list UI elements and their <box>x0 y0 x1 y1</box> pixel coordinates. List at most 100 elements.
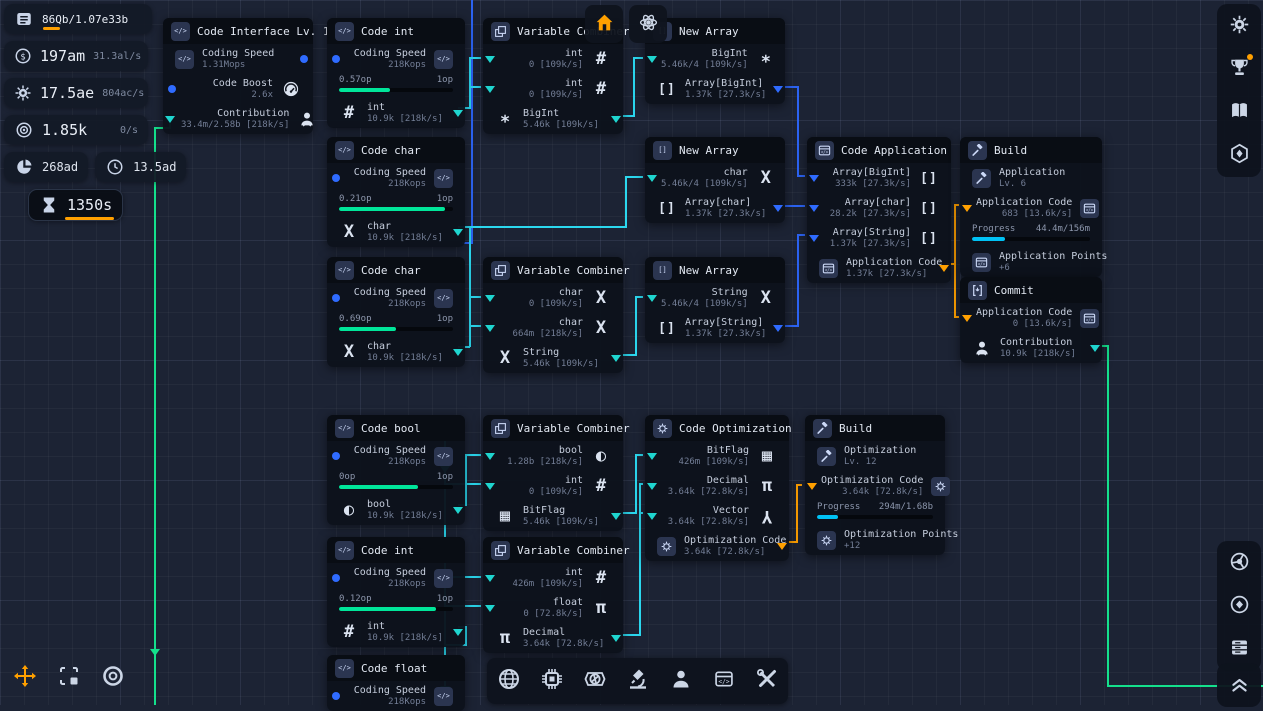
library-button[interactable] <box>1220 93 1258 131</box>
node-header[interactable]: []New Array <box>645 137 785 163</box>
input-marker-teal[interactable] <box>647 513 657 520</box>
in-row[interactable]: int0 [109k/s]# <box>483 471 623 501</box>
node-code-optimization[interactable]: Code OptimizationBitFlag426m [109k/s]▦De… <box>645 415 789 561</box>
node-header[interactable]: </>Code int <box>327 537 465 563</box>
input-marker-orange[interactable] <box>962 205 972 212</box>
connector-dot[interactable] <box>332 692 340 700</box>
node-header[interactable]: </>Code char <box>327 257 465 283</box>
node-header[interactable]: Code Optimization <box>645 415 789 441</box>
input-marker-blue[interactable] <box>809 205 819 212</box>
in-row[interactable]: Decimal3.64k [72.8k/s]π <box>645 471 789 501</box>
input-marker-teal[interactable] <box>647 56 657 63</box>
input-marker-blue[interactable] <box>809 175 819 182</box>
node-code-int-2[interactable]: </>Code intCoding Speed218Kops</>0.12op1… <box>327 537 465 647</box>
node-header[interactable]: </>Code float <box>327 655 465 681</box>
out-row[interactable]: ▦BitFlag5.46k [109k/s] <box>483 501 623 531</box>
connector-dot[interactable] <box>332 55 340 63</box>
node-header[interactable]: Code Application <box>807 137 951 163</box>
out-row[interactable]: Contribution10.9k [218k/s] <box>960 333 1102 363</box>
out-row[interactable]: ∗BigInt5.46k [109k/s] <box>483 104 623 134</box>
input-marker-orange[interactable] <box>962 315 972 322</box>
move-tool-button[interactable] <box>6 659 44 697</box>
connector-dot[interactable] <box>332 174 340 182</box>
node-header[interactable]: Commit <box>960 277 1102 303</box>
node-var-combiner-2[interactable]: Variable Combinerchar0 [109k/s]Xchar664m… <box>483 257 623 373</box>
out-row[interactable]: ◐bool10.9k [218k/s] <box>327 495 465 525</box>
node-header[interactable]: </>Code int <box>327 18 465 44</box>
output-marker-teal[interactable] <box>611 355 621 362</box>
node-build-2[interactable]: BuildOptimizationLv. 12Optimization Code… <box>805 415 945 555</box>
node-header[interactable]: []New Array <box>645 257 785 283</box>
output-marker-blue[interactable] <box>773 325 783 332</box>
code-button[interactable] <box>706 663 742 699</box>
in-row[interactable]: char664m [218k/s]X <box>483 313 623 343</box>
in-row[interactable]: Array[String]1.37k [27.3k/s][] <box>807 223 951 253</box>
input-marker-teal[interactable] <box>485 575 495 582</box>
output-marker-orange[interactable] <box>939 265 949 272</box>
out-row[interactable]: #int10.9k [218k/s] <box>327 617 465 647</box>
resource-pie[interactable]: 268ad <box>4 152 88 182</box>
input-marker-teal[interactable] <box>647 453 657 460</box>
automation-button[interactable] <box>629 5 667 43</box>
out-row[interactable]: Xchar10.9k [218k/s] <box>327 217 465 247</box>
output-marker-blue[interactable] <box>773 86 783 93</box>
connector-dot[interactable] <box>332 294 340 302</box>
output-marker-teal[interactable] <box>611 635 621 642</box>
node-code-char-1[interactable]: </>Code charCoding Speed218Kops</>0.21op… <box>327 137 465 247</box>
output-marker-teal[interactable] <box>1090 345 1100 352</box>
node-code-bool[interactable]: </>Code boolCoding Speed218Kops</>0op1op… <box>327 415 465 525</box>
in-row[interactable]: float0 [72.8k/s]π <box>483 593 623 623</box>
medal-button[interactable] <box>1220 587 1258 625</box>
box-select-button[interactable] <box>50 659 88 697</box>
output-marker-teal[interactable] <box>611 513 621 520</box>
node-var-combiner-3[interactable]: Variable Combinerbool1.28b [218k/s]◐int0… <box>483 415 623 531</box>
node-header[interactable]: Build <box>960 137 1102 163</box>
node-header[interactable]: Variable Combiner <box>483 537 623 563</box>
node-header[interactable]: Build <box>805 415 945 441</box>
output-marker-teal[interactable] <box>453 229 463 236</box>
node-header[interactable]: Variable Combiner <box>483 415 623 441</box>
node-code-char-2[interactable]: </>Code charCoding Speed218Kops</>0.69op… <box>327 257 465 367</box>
output-marker-teal[interactable] <box>453 349 463 356</box>
in-row[interactable]: BitFlag426m [109k/s]▦ <box>645 441 789 471</box>
in-row[interactable]: char0 [109k/s]X <box>483 283 623 313</box>
out-row[interactable]: #int10.9k [218k/s] <box>327 98 465 128</box>
in-row[interactable]: Vector3.64k [72.8k/s]Y <box>645 501 789 531</box>
out-row[interactable]: []Array[String]1.37k [27.3k/s] <box>645 313 785 343</box>
out-row[interactable]: []Array[char]1.37k [27.3k/s] <box>645 193 785 223</box>
node-build-1[interactable]: BuildApplicationLv. 6Application Code683… <box>960 137 1102 277</box>
person-button[interactable] <box>663 663 699 699</box>
resource-science[interactable]: 17.5ae 804ac/s <box>4 78 148 108</box>
output-marker-teal[interactable] <box>453 629 463 636</box>
out-row[interactable]: Xchar10.9k [218k/s] <box>327 337 465 367</box>
in-row[interactable]: Application Code0 [13.6k/s] <box>960 303 1102 333</box>
engine-button[interactable] <box>577 663 613 699</box>
input-marker-teal[interactable] <box>485 453 495 460</box>
in-row[interactable]: char5.46k/4 [109k/s]X <box>645 163 785 193</box>
input-marker-teal[interactable] <box>485 483 495 490</box>
node-header[interactable]: </>Code bool <box>327 415 465 441</box>
tools-button[interactable] <box>749 663 785 699</box>
resource-money[interactable]: 197am 31.3al/s <box>4 41 148 71</box>
input-marker-teal[interactable] <box>647 483 657 490</box>
output-marker-orange[interactable] <box>777 543 787 550</box>
input-marker-teal[interactable] <box>485 86 495 93</box>
output-marker-teal[interactable] <box>453 507 463 514</box>
input-marker-teal[interactable] <box>485 56 495 63</box>
achievements-button[interactable] <box>1220 50 1258 88</box>
node-code-float[interactable]: </>Code floatCoding Speed218Kops</> <box>327 655 465 711</box>
out-row[interactable]: Optimization Code3.64k [72.8k/s] <box>645 531 789 561</box>
node-new-array-3[interactable]: []New ArrayString5.46k/4 [109k/s]X[]Arra… <box>645 257 785 343</box>
resource-points[interactable]: 1.85k 0/s <box>4 115 148 145</box>
in-row[interactable]: BigInt5.46k/4 [109k/s]∗ <box>645 44 785 74</box>
globe-button[interactable] <box>491 663 527 699</box>
shutter-button[interactable] <box>1220 544 1258 582</box>
collapse-button[interactable] <box>1220 666 1258 704</box>
input-marker-teal[interactable] <box>647 175 657 182</box>
in-row[interactable]: int426m [109k/s]# <box>483 563 623 593</box>
node-commit[interactable]: CommitApplication Code0 [13.6k/s]Contrib… <box>960 277 1102 363</box>
resource-clock[interactable]: 13.5ad <box>95 152 186 182</box>
in-row[interactable]: Application Code683 [13.6k/s] <box>960 193 1102 223</box>
node-new-array-2[interactable]: []New Arraychar5.46k/4 [109k/s]X[]Array[… <box>645 137 785 223</box>
microscope-button[interactable] <box>620 663 656 699</box>
